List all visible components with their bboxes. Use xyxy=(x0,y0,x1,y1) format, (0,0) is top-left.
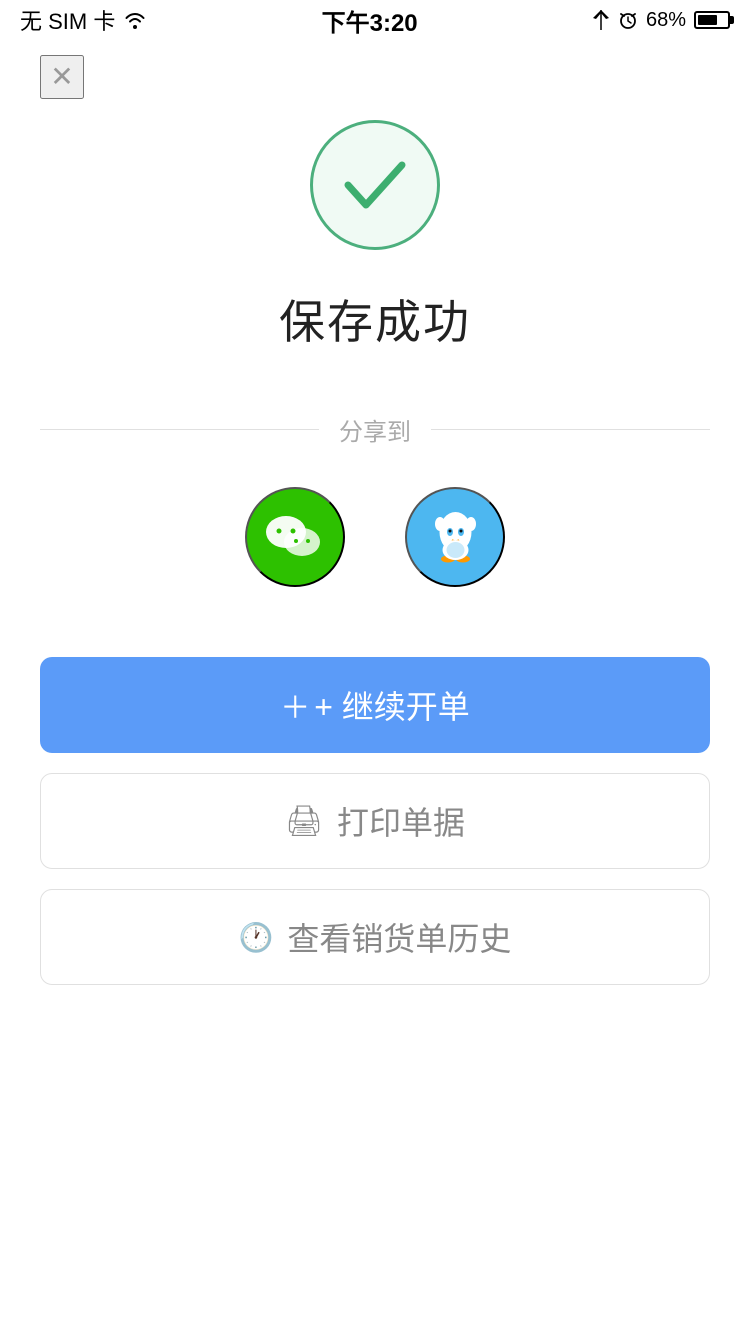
share-label: 分享到 xyxy=(339,412,411,447)
continue-order-button[interactable]: ＋ + 继续开单 xyxy=(40,657,710,753)
history-label: 查看销货单历史 xyxy=(287,914,511,960)
share-divider: 分享到 xyxy=(40,412,710,447)
share-section: 分享到 xyxy=(40,412,710,587)
wechat-share-button[interactable] xyxy=(245,487,345,587)
print-button[interactable]: 🖨 打印单据 xyxy=(40,773,710,869)
history-icon: 🕐 xyxy=(239,921,274,954)
continue-order-icon: ＋ xyxy=(280,683,310,727)
qq-icon xyxy=(428,506,483,568)
action-buttons: ＋ + 继续开单 🖨 打印单据 🕐 查看销货单历史 xyxy=(40,657,710,985)
left-divider-line xyxy=(40,429,319,430)
alarm-icon xyxy=(618,10,638,30)
continue-order-label: + 继续开单 xyxy=(314,682,470,728)
status-left: 无 SIM 卡 xyxy=(20,4,147,36)
share-icons-row xyxy=(245,487,505,587)
no-sim-label: 无 SIM 卡 xyxy=(20,4,115,36)
status-right: 68% xyxy=(592,9,730,32)
qq-share-button[interactable] xyxy=(405,487,505,587)
battery-pct: 68% xyxy=(646,9,686,32)
battery-indicator xyxy=(694,11,730,29)
print-label: 打印单据 xyxy=(337,798,465,844)
location-icon xyxy=(592,10,610,30)
wechat-icon xyxy=(264,510,326,565)
status-bar: 无 SIM 卡 下午3:20 68% xyxy=(0,0,750,40)
history-button[interactable]: 🕐 查看销货单历史 xyxy=(40,889,710,985)
right-divider-line xyxy=(431,429,710,430)
main-content: 保存成功 分享到 xyxy=(0,40,750,1334)
success-title: 保存成功 xyxy=(279,286,471,352)
status-time: 下午3:20 xyxy=(322,3,418,38)
wifi-icon xyxy=(123,11,147,29)
checkmark-icon xyxy=(340,155,410,215)
success-circle xyxy=(310,120,440,250)
print-icon: 🖨 xyxy=(285,804,323,839)
